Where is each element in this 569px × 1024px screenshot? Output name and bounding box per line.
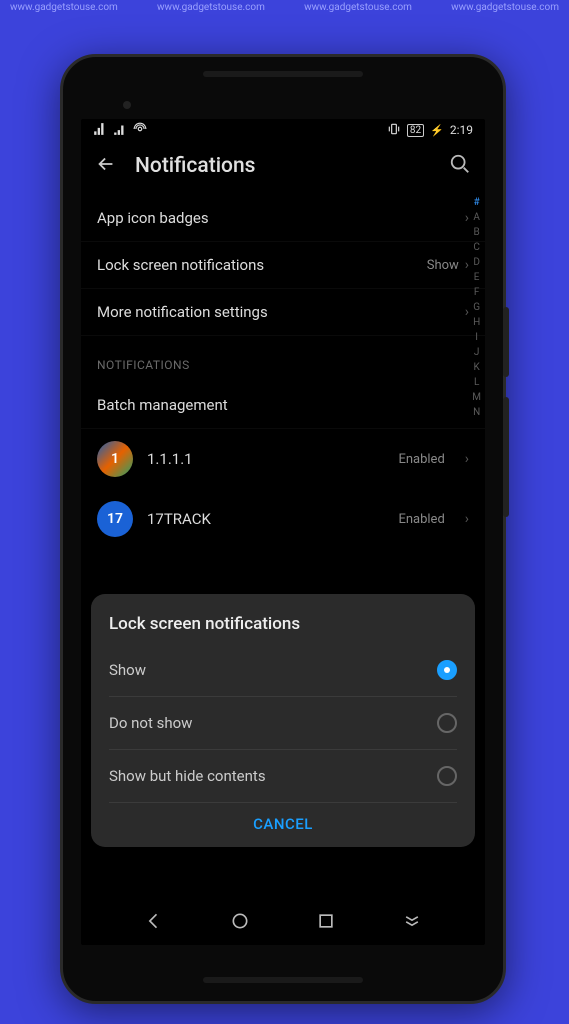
app-name: 1.1.1.1: [147, 450, 384, 468]
index-letter[interactable]: D: [472, 257, 481, 268]
batch-management[interactable]: Batch management: [81, 382, 485, 429]
search-button[interactable]: [449, 153, 471, 179]
setting-label: Lock screen notifications: [97, 256, 427, 274]
option-label: Show: [109, 661, 437, 679]
nav-back-button[interactable]: [144, 911, 164, 935]
app-name: 17TRACK: [147, 510, 384, 528]
app-row-17track[interactable]: 17 17TRACK Enabled ›: [81, 489, 485, 549]
cancel-button[interactable]: CANCEL: [109, 803, 457, 833]
section-header: NOTIFICATIONS: [81, 336, 485, 382]
index-letter[interactable]: C: [472, 242, 481, 253]
lock-screen-dialog: Lock screen notifications Show Do not sh…: [91, 594, 475, 847]
option-label: Show but hide contents: [109, 767, 437, 785]
index-letter[interactable]: K: [472, 362, 481, 373]
radio-icon[interactable]: [437, 766, 457, 786]
radio-icon[interactable]: [437, 713, 457, 733]
earpiece-top: [203, 71, 363, 77]
clock: 2:19: [450, 123, 473, 137]
front-camera: [123, 101, 131, 109]
index-letter[interactable]: E: [472, 272, 481, 283]
content-area: App icon badges › Lock screen notificati…: [81, 195, 485, 901]
app-icon: 17: [97, 501, 133, 537]
option-hide-contents[interactable]: Show but hide contents: [109, 750, 457, 803]
nav-down-button[interactable]: [402, 911, 422, 935]
hotspot-icon: [133, 122, 147, 139]
chevron-right-icon: ›: [465, 257, 469, 273]
option-do-not-show[interactable]: Do not show: [109, 697, 457, 750]
option-label: Do not show: [109, 714, 437, 732]
index-letter[interactable]: I: [472, 332, 481, 343]
phone-side-button-1: [503, 307, 509, 377]
option-show[interactable]: Show: [109, 644, 457, 697]
signal-icon: [93, 122, 107, 139]
phone-side-button-2: [503, 397, 509, 517]
setting-label: Batch management: [97, 396, 469, 414]
watermark-bar: www.gadgetstouse.com www.gadgetstouse.co…: [0, 2, 569, 13]
index-letter[interactable]: B: [472, 227, 481, 238]
setting-lock-screen[interactable]: Lock screen notifications Show ›: [81, 242, 485, 289]
setting-more[interactable]: More notification settings ›: [81, 289, 485, 336]
nav-home-button[interactable]: [230, 911, 250, 935]
nav-recent-button[interactable]: [316, 911, 336, 935]
setting-icon-badges[interactable]: App icon badges ›: [81, 195, 485, 242]
setting-value: Show: [427, 258, 459, 273]
index-letter[interactable]: #: [472, 197, 481, 208]
nav-bar: [81, 901, 485, 945]
app-row-1111[interactable]: 1 1.1.1.1 Enabled ›: [81, 429, 485, 489]
watermark-text: www.gadgetstouse.com: [304, 2, 412, 13]
app-icon: 1: [97, 441, 133, 477]
chevron-right-icon: ›: [465, 451, 469, 467]
title-bar: Notifications: [81, 141, 485, 195]
index-letter[interactable]: N: [472, 407, 481, 418]
chevron-right-icon: ›: [465, 511, 469, 527]
chevron-right-icon: ›: [465, 304, 469, 320]
back-button[interactable]: [95, 153, 117, 179]
index-letter[interactable]: L: [472, 377, 481, 388]
index-letter[interactable]: A: [472, 212, 481, 223]
index-letter[interactable]: M: [472, 392, 481, 403]
setting-label: More notification settings: [97, 303, 465, 321]
watermark-text: www.gadgetstouse.com: [10, 2, 118, 13]
earpiece-bottom: [203, 977, 363, 983]
phone-frame: 82 ⚡ 2:19 Notifications App icon badges …: [60, 54, 506, 1004]
status-bar: 82 ⚡ 2:19: [81, 119, 485, 141]
watermark-text: www.gadgetstouse.com: [451, 2, 559, 13]
dialog-title: Lock screen notifications: [109, 614, 457, 634]
setting-label: App icon badges: [97, 209, 465, 227]
vibrate-icon: [387, 122, 401, 139]
radio-selected-icon[interactable]: [437, 660, 457, 680]
chevron-right-icon: ›: [465, 210, 469, 226]
signal-icon-2: [113, 122, 127, 139]
page-title: Notifications: [135, 154, 431, 178]
screen: 82 ⚡ 2:19 Notifications App icon badges …: [81, 119, 485, 945]
index-letter[interactable]: J: [472, 347, 481, 358]
watermark-text: www.gadgetstouse.com: [157, 2, 265, 13]
battery-level: 82: [407, 124, 424, 137]
app-status: Enabled: [398, 452, 444, 467]
alphabet-index[interactable]: # A B C D E F G H I J K L M N: [472, 195, 481, 418]
index-letter[interactable]: H: [472, 317, 481, 328]
app-status: Enabled: [398, 512, 444, 527]
index-letter[interactable]: G: [472, 302, 481, 313]
index-letter[interactable]: F: [472, 287, 481, 298]
